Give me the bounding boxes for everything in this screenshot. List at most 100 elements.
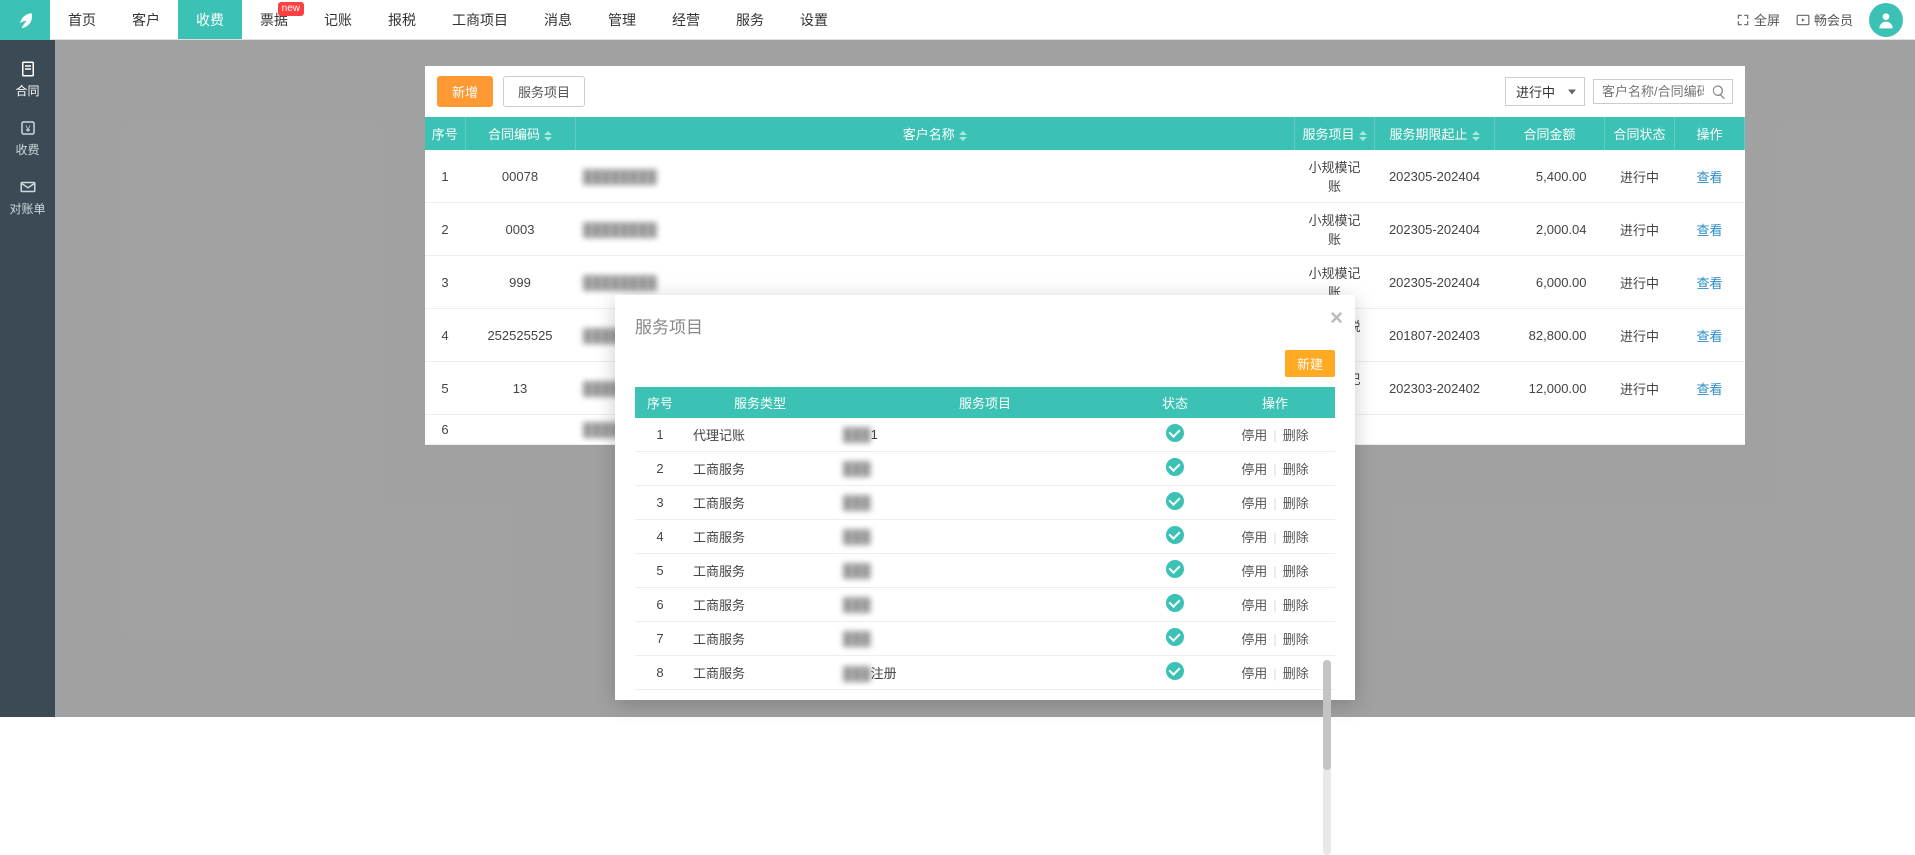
disable-link[interactable]: 停用	[1235, 564, 1273, 579]
modal-close-button[interactable]: ×	[1330, 305, 1343, 331]
delete-link[interactable]: 删除	[1277, 428, 1315, 443]
cell-status	[1135, 452, 1215, 486]
cell-type: 工商服务	[685, 622, 835, 656]
check-icon	[1166, 458, 1184, 476]
delete-link[interactable]: 删除	[1277, 462, 1315, 477]
disable-link[interactable]: 停用	[1235, 530, 1273, 545]
play-icon	[1796, 13, 1810, 27]
nav-item-4[interactable]: 记账	[306, 0, 370, 39]
table-header[interactable]: 序号	[425, 117, 465, 150]
cell-idx: 6	[425, 415, 465, 445]
sidebar-item-doc[interactable]: 合同	[0, 50, 55, 109]
sidebar-label: 对账单	[9, 200, 45, 217]
disable-link[interactable]: 停用	[1235, 496, 1273, 511]
delete-link[interactable]: 删除	[1277, 598, 1315, 613]
user-avatar[interactable]	[1869, 3, 1903, 37]
cell-status	[1135, 418, 1215, 452]
disable-link[interactable]: 停用	[1235, 598, 1273, 613]
table-header[interactable]: 合同状态	[1605, 117, 1675, 150]
cell-status: 进行中	[1605, 309, 1675, 362]
sidebar-item-mail[interactable]: 对账单	[0, 168, 55, 227]
cell-type: 工商服务	[685, 520, 835, 554]
cell-ops: 停用|删除	[1215, 588, 1335, 622]
nav-item-8[interactable]: 管理	[590, 0, 654, 39]
content-area: 新增 服务项目 进行中 序号合同编码客户名称服务项目服务期限起止合同金额合同状态…	[55, 40, 1915, 717]
nav-item-6[interactable]: 工商项目	[434, 0, 526, 39]
sidebar-item-yen[interactable]: ¥收费	[0, 109, 55, 168]
table-header[interactable]: 合同编码	[465, 117, 575, 150]
sort-icon[interactable]	[1359, 131, 1367, 141]
delete-link[interactable]: 删除	[1277, 666, 1315, 681]
nav-item-3[interactable]: 票据new	[242, 0, 306, 39]
service-items-button[interactable]: 服务项目	[503, 76, 585, 107]
check-icon	[1166, 424, 1184, 442]
disable-link[interactable]: 停用	[1235, 632, 1273, 647]
nav-item-5[interactable]: 报税	[370, 0, 434, 39]
mail-icon	[19, 178, 37, 196]
table-header[interactable]: 服务项目	[1295, 117, 1375, 150]
cell-op[interactable]: 查看	[1675, 256, 1745, 309]
cell-op[interactable]: 查看	[1675, 362, 1745, 415]
nav-items: 首页客户收费票据new记账报税工商项目消息管理经营服务设置	[50, 0, 846, 39]
app-logo[interactable]	[0, 0, 50, 40]
topbar-right: 全屏 畅会员	[1736, 3, 1915, 37]
cell-op[interactable]: 查看	[1675, 203, 1745, 256]
nav-item-9[interactable]: 经营	[654, 0, 718, 39]
nav-item-10[interactable]: 服务	[718, 0, 782, 39]
nav-item-7[interactable]: 消息	[526, 0, 590, 39]
cell-status	[1135, 486, 1215, 520]
service-items-table: 序号服务类型服务项目状态操作 1代理记账███1停用|删除2工商服务███停用|…	[635, 387, 1335, 690]
check-icon	[1166, 560, 1184, 578]
disable-link[interactable]: 停用	[1235, 666, 1273, 681]
table-row: 100078████████小规模记账202305-2024045,400.00…	[425, 150, 1745, 203]
modal-table-header: 状态	[1135, 387, 1215, 418]
nav-item-2[interactable]: 收费	[178, 0, 242, 39]
delete-link[interactable]: 删除	[1277, 564, 1315, 579]
table-header[interactable]: 服务期限起止	[1375, 117, 1495, 150]
delete-link[interactable]: 删除	[1277, 632, 1315, 647]
nav-item-0[interactable]: 首页	[50, 0, 114, 39]
scrollbar-thumb[interactable]	[1323, 660, 1331, 770]
status-filter-select[interactable]: 进行中	[1505, 77, 1585, 106]
delete-link[interactable]: 删除	[1277, 530, 1315, 545]
modal-table-row: 3工商服务███停用|删除	[635, 486, 1335, 520]
cell-type: 工商服务	[685, 486, 835, 520]
nav-item-11[interactable]: 设置	[782, 0, 846, 39]
search-icon[interactable]	[1711, 84, 1727, 100]
modal-scrollbar[interactable]	[1323, 660, 1331, 855]
new-contract-button[interactable]: 新增	[437, 76, 493, 107]
cell-type: 工商服务	[685, 588, 835, 622]
cell-op[interactable]: 查看	[1675, 150, 1745, 203]
table-header[interactable]: 合同金额	[1495, 117, 1605, 150]
modal-new-button[interactable]: 新建	[1285, 350, 1335, 377]
cell-idx: 3	[635, 486, 685, 520]
table-header[interactable]: 操作	[1675, 117, 1745, 150]
nav-item-1[interactable]: 客户	[114, 0, 178, 39]
modal-table-row: 1代理记账███1停用|删除	[635, 418, 1335, 452]
new-badge: new	[278, 2, 304, 16]
sort-icon[interactable]	[959, 131, 967, 141]
table-header[interactable]: 客户名称	[575, 117, 1295, 150]
cell-op[interactable]: 查看	[1675, 309, 1745, 362]
cell-op[interactable]	[1675, 415, 1745, 445]
cell-amount: 5,400.00	[1495, 150, 1605, 203]
disable-link[interactable]: 停用	[1235, 462, 1273, 477]
cell-idx: 2	[635, 452, 685, 486]
modal-title: 服务项目	[615, 295, 1355, 346]
member-button[interactable]: 畅会员	[1796, 10, 1853, 29]
disable-link[interactable]: 停用	[1235, 428, 1273, 443]
fullscreen-button[interactable]: 全屏	[1736, 10, 1780, 29]
service-items-modal: × 服务项目 新建 序号服务类型服务项目状态操作 1代理记账███1停用|删除2…	[615, 295, 1355, 700]
top-navbar: 首页客户收费票据new记账报税工商项目消息管理经营服务设置 全屏 畅会员	[0, 0, 1915, 40]
sort-icon[interactable]	[544, 131, 552, 141]
delete-link[interactable]: 删除	[1277, 496, 1315, 511]
cell-amount	[1495, 415, 1605, 445]
cell-status	[1605, 415, 1675, 445]
cell-item: ███	[835, 554, 1135, 588]
cell-code	[465, 415, 575, 445]
cell-period: 202305-202404	[1375, 256, 1495, 309]
sidebar-label: 收费	[15, 141, 39, 158]
cell-period: 202303-202402	[1375, 362, 1495, 415]
check-icon	[1166, 594, 1184, 612]
sort-icon[interactable]	[1472, 131, 1480, 141]
